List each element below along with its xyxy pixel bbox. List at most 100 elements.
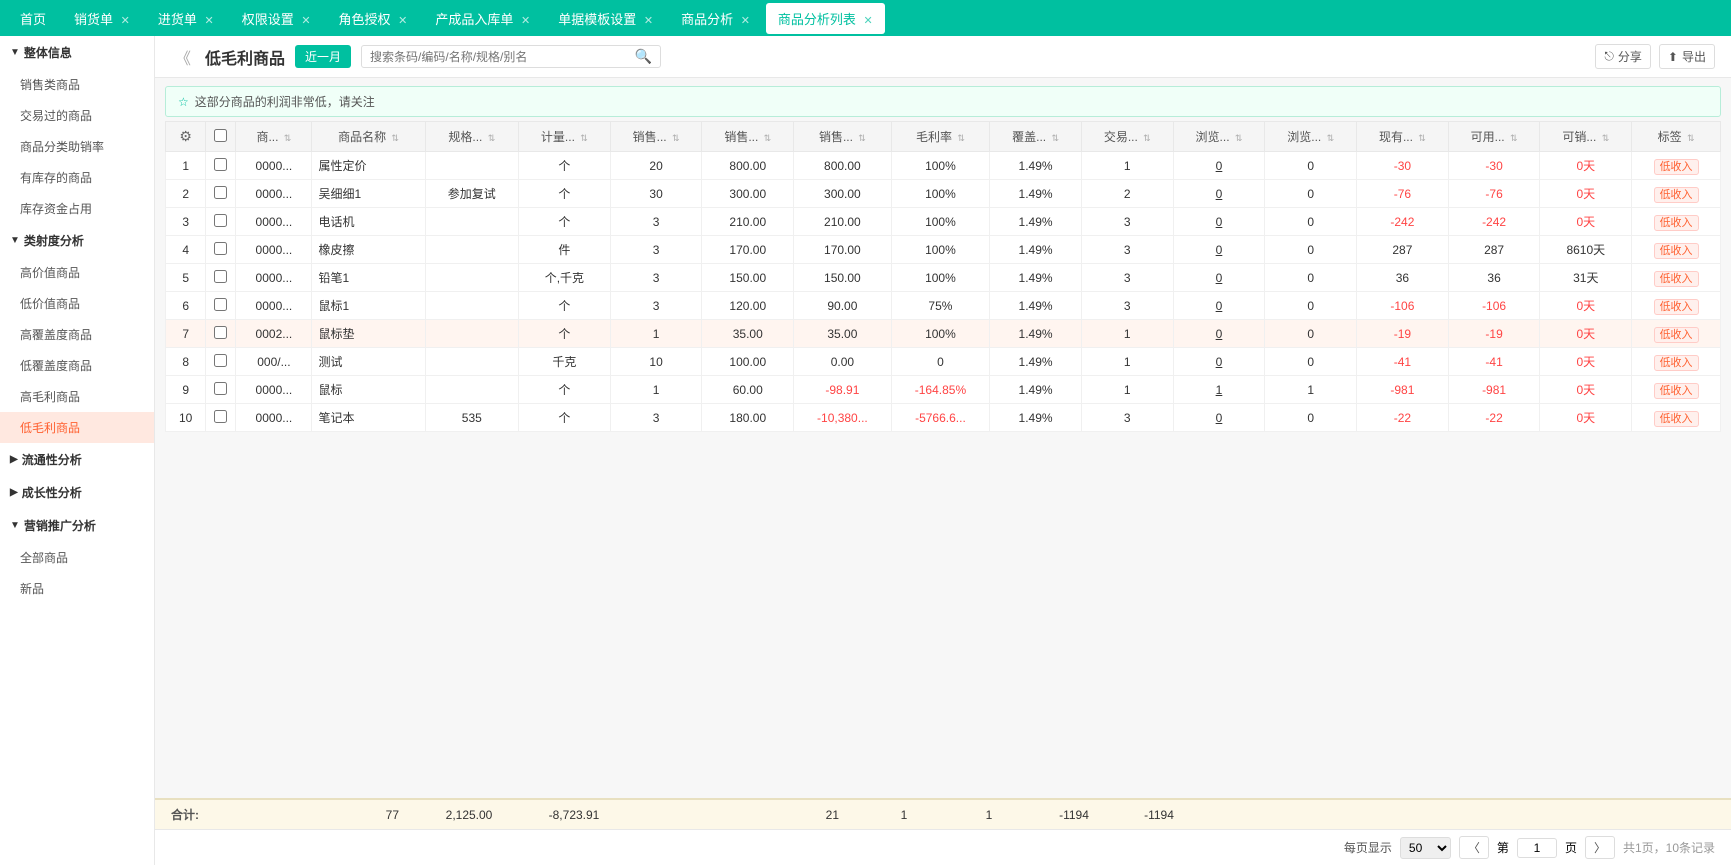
nav-item-templates[interactable]: 单据模板设置 ✕ xyxy=(546,3,665,34)
sidebar-group-marketing[interactable]: ▼ 营销推广分析 xyxy=(0,509,154,542)
row-select-checkbox[interactable] xyxy=(214,298,227,311)
row-select-checkbox[interactable] xyxy=(214,214,227,227)
nav-item-analysis-list[interactable]: 商品分析列表 ✕ xyxy=(766,3,885,34)
prev-page-btn[interactable]: 〈 xyxy=(1459,836,1489,859)
gear-icon[interactable]: ⚙ xyxy=(179,128,192,144)
page-number-input[interactable] xyxy=(1517,838,1557,858)
search-input[interactable] xyxy=(370,50,635,64)
th-transactions[interactable]: 交易... ⇅ xyxy=(1081,122,1173,152)
nav-item-purchase[interactable]: 进货单 ✕ xyxy=(146,3,226,34)
row-select-checkbox[interactable] xyxy=(214,158,227,171)
th-stock-saleable[interactable]: 可销... ⇅ xyxy=(1540,122,1632,152)
row-stock-available: -19 xyxy=(1448,320,1540,348)
select-all-checkbox[interactable] xyxy=(214,129,227,142)
sidebar-group-growth[interactable]: ▶ 成长性分析 xyxy=(0,476,154,509)
nav-item-home[interactable]: 首页 xyxy=(8,3,58,34)
row-checkbox[interactable] xyxy=(206,404,236,432)
th-sales-amt[interactable]: 销售... ⇅ xyxy=(702,122,794,152)
sidebar-group-overall[interactable]: ▼ 整体信息 xyxy=(0,36,154,69)
page-size-select[interactable]: 50 100 200 xyxy=(1400,837,1451,859)
th-views2[interactable]: 浏览... ⇅ xyxy=(1265,122,1357,152)
th-code[interactable]: 商... ⇅ xyxy=(236,122,312,152)
th-stock-current[interactable]: 现有... ⇅ xyxy=(1357,122,1449,152)
row-views1[interactable]: 0 xyxy=(1173,264,1265,292)
sidebar-item-category-sales[interactable]: 商品分类助销率 xyxy=(0,131,154,162)
close-permissions-icon[interactable]: ✕ xyxy=(301,15,310,27)
th-unit[interactable]: 计量... ⇅ xyxy=(519,122,611,152)
close-analysis-icon[interactable]: ✕ xyxy=(741,15,750,27)
th-name[interactable]: 商品名称 ⇅ xyxy=(312,122,425,152)
row-checkbox[interactable] xyxy=(206,208,236,236)
sidebar-item-high-margin[interactable]: 高毛利商品 xyxy=(0,381,154,412)
row-views1[interactable]: 0 xyxy=(1173,152,1265,180)
th-checkbox[interactable] xyxy=(206,122,236,152)
close-products-icon[interactable]: ✕ xyxy=(521,15,530,27)
sidebar-collapse-btn[interactable]: 《 xyxy=(171,45,195,69)
sidebar-item-high-value[interactable]: 高价值商品 xyxy=(0,257,154,288)
row-checkbox[interactable] xyxy=(206,236,236,264)
share-btn[interactable]: ⎋ 分享 xyxy=(1595,44,1651,69)
row-views1[interactable]: 0 xyxy=(1173,320,1265,348)
sidebar-item-low-coverage[interactable]: 低覆盖度商品 xyxy=(0,350,154,381)
row-checkbox[interactable] xyxy=(206,152,236,180)
search-box[interactable]: 🔍 xyxy=(361,45,661,68)
sidebar-item-in-stock[interactable]: 有库存的商品 xyxy=(0,162,154,193)
sidebar-item-sales-goods[interactable]: 销售类商品 xyxy=(0,69,154,100)
sidebar-item-new-goods[interactable]: 新品 xyxy=(0,573,154,604)
row-select-checkbox[interactable] xyxy=(214,270,227,283)
row-checkbox[interactable] xyxy=(206,180,236,208)
th-stock-available[interactable]: 可用... ⇅ xyxy=(1448,122,1540,152)
sidebar-item-high-coverage[interactable]: 高覆盖度商品 xyxy=(0,319,154,350)
row-checkbox[interactable] xyxy=(206,376,236,404)
search-icon[interactable]: 🔍 xyxy=(635,48,652,65)
row-select-checkbox[interactable] xyxy=(214,242,227,255)
nav-item-analysis[interactable]: 商品分析 ✕ xyxy=(669,3,762,34)
close-sales-icon[interactable]: ✕ xyxy=(121,15,130,27)
sidebar-item-stock-capital[interactable]: 库存资金占用 xyxy=(0,193,154,224)
th-coverage[interactable]: 覆盖... ⇅ xyxy=(990,122,1082,152)
th-gross-margin[interactable]: 毛利率 ⇅ xyxy=(891,122,990,152)
th-gear[interactable]: ⚙ xyxy=(166,122,206,152)
row-checkbox[interactable] xyxy=(206,320,236,348)
row-views1[interactable]: 0 xyxy=(1173,180,1265,208)
nav-item-products[interactable]: 产成品入库单 ✕ xyxy=(423,3,542,34)
table-container[interactable]: ⚙ 商... ⇅ 商品名称 ⇅ 规格... ⇅ 计量... ⇅ 销售... ⇅ … xyxy=(155,121,1731,798)
th-sales-qty[interactable]: 销售... ⇅ xyxy=(610,122,702,152)
th-tag[interactable]: 标签 ⇅ xyxy=(1632,122,1721,152)
row-views1[interactable]: 0 xyxy=(1173,348,1265,376)
row-select-checkbox[interactable] xyxy=(214,186,227,199)
row-select-checkbox[interactable] xyxy=(214,410,227,423)
sidebar-item-low-margin[interactable]: 低毛利商品 xyxy=(0,412,154,443)
sidebar-group-liquidity[interactable]: ▶ 流通性分析 xyxy=(0,443,154,476)
close-analysis-list-icon[interactable]: ✕ xyxy=(864,15,873,27)
nav-item-permissions[interactable]: 权限设置 ✕ xyxy=(230,3,323,34)
th-spec[interactable]: 规格... ⇅ xyxy=(425,122,518,152)
export-btn[interactable]: ⬆ 导出 xyxy=(1659,44,1715,69)
row-views1[interactable]: 0 xyxy=(1173,236,1265,264)
sidebar-group-category[interactable]: ▼ 类射度分析 xyxy=(0,224,154,257)
row-views1[interactable]: 0 xyxy=(1173,404,1265,432)
close-roles-icon[interactable]: ✕ xyxy=(398,15,407,27)
sidebar-item-all-goods[interactable]: 全部商品 xyxy=(0,542,154,573)
sidebar-item-low-value[interactable]: 低价值商品 xyxy=(0,288,154,319)
close-templates-icon[interactable]: ✕ xyxy=(644,15,653,27)
next-page-btn[interactable]: 〉 xyxy=(1585,836,1615,859)
nav-item-sales[interactable]: 销货单 ✕ xyxy=(62,3,142,34)
row-checkbox[interactable] xyxy=(206,264,236,292)
filter-recent-month-btn[interactable]: 近一月 xyxy=(295,45,351,68)
close-purchase-icon[interactable]: ✕ xyxy=(204,15,213,27)
row-select-checkbox[interactable] xyxy=(214,354,227,367)
row-views1[interactable]: 1 xyxy=(1173,376,1265,404)
row-views1[interactable]: 0 xyxy=(1173,208,1265,236)
sidebar-item-traded-goods[interactable]: 交易过的商品 xyxy=(0,100,154,131)
row-unit: 个,千克 xyxy=(519,264,611,292)
row-select-checkbox[interactable] xyxy=(214,326,227,339)
row-select-checkbox[interactable] xyxy=(214,382,227,395)
row-checkbox[interactable] xyxy=(206,348,236,376)
nav-item-roles[interactable]: 角色授权 ✕ xyxy=(327,3,420,34)
th-views1[interactable]: 浏览... ⇅ xyxy=(1173,122,1265,152)
th-sales-profit[interactable]: 销售... ⇅ xyxy=(794,122,892,152)
row-views1[interactable]: 0 xyxy=(1173,292,1265,320)
row-tag: 低收入 xyxy=(1632,236,1721,264)
row-checkbox[interactable] xyxy=(206,292,236,320)
